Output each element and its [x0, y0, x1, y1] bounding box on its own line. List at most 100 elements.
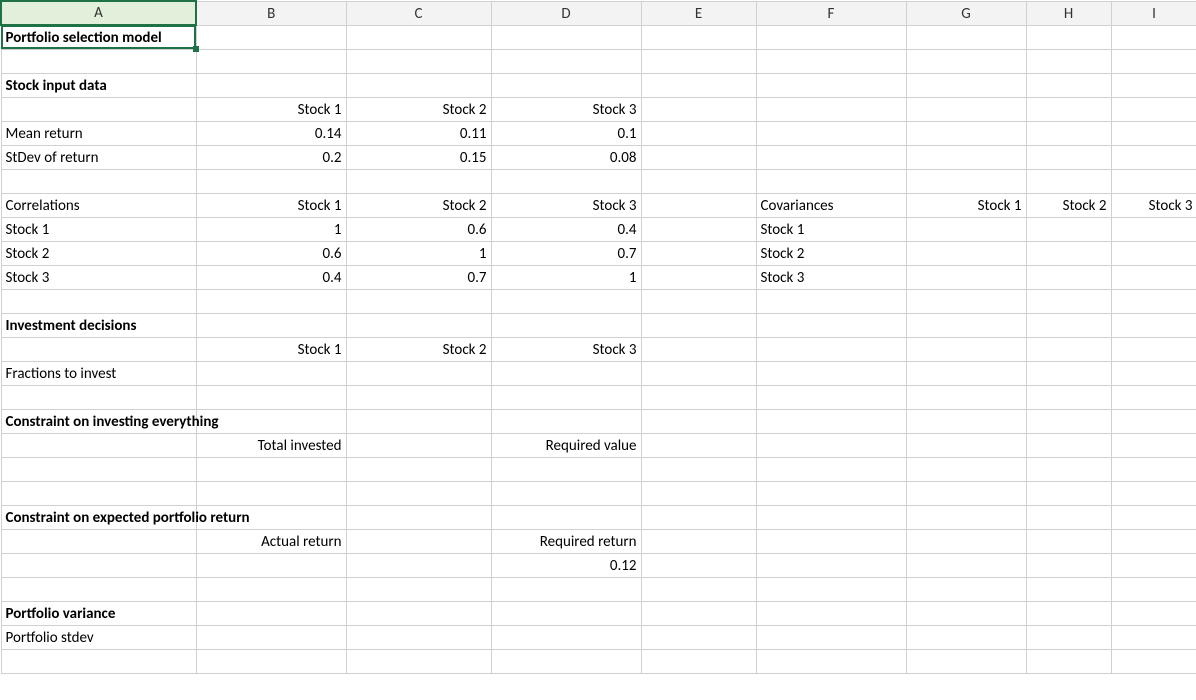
cell-G13[interactable]	[906, 313, 1026, 337]
cell-D8[interactable]: Stock 3	[491, 193, 641, 217]
cell-I6[interactable]	[1111, 145, 1196, 169]
cell-I14[interactable]	[1111, 337, 1196, 361]
cell-A17[interactable]: Constraint on investing everything	[1, 409, 196, 433]
cell-B22[interactable]: Actual return	[196, 529, 346, 553]
cell-A7[interactable]	[1, 169, 196, 193]
cell-C26[interactable]	[346, 625, 491, 649]
cell-G11[interactable]	[906, 265, 1026, 289]
cell-I3[interactable]	[1111, 73, 1196, 97]
cell-D2[interactable]	[491, 49, 641, 73]
cell-D3[interactable]	[491, 73, 641, 97]
cell-F25[interactable]	[756, 601, 906, 625]
cell-E5[interactable]	[641, 121, 756, 145]
col-header-C[interactable]: C	[346, 1, 491, 25]
cell-D6[interactable]: 0.08	[491, 145, 641, 169]
cell-E2[interactable]	[641, 49, 756, 73]
cell-E19[interactable]	[641, 457, 756, 481]
cell-G18[interactable]	[906, 433, 1026, 457]
spreadsheet-grid[interactable]: A B C D E F G H I Portfolio selection mo…	[0, 0, 1196, 674]
cell-D22[interactable]: Required return	[491, 529, 641, 553]
cell-C3[interactable]	[346, 73, 491, 97]
cell-F13[interactable]	[756, 313, 906, 337]
cell-F4[interactable]	[756, 97, 906, 121]
cell-F10[interactable]: Stock 2	[756, 241, 906, 265]
cell-B6[interactable]: 0.2	[196, 145, 346, 169]
cell-B24[interactable]	[196, 577, 346, 601]
cell-B10[interactable]: 0.6	[196, 241, 346, 265]
cell-A19[interactable]	[1, 457, 196, 481]
cell-D4[interactable]: Stock 3	[491, 97, 641, 121]
cell-B25[interactable]	[196, 601, 346, 625]
cell-G4[interactable]	[906, 97, 1026, 121]
cell-C5[interactable]: 0.11	[346, 121, 491, 145]
cell-I21[interactable]	[1111, 505, 1196, 529]
cell-E17[interactable]	[641, 409, 756, 433]
cell-I8[interactable]: Stock 3	[1111, 193, 1196, 217]
cell-I7[interactable]	[1111, 169, 1196, 193]
cell-C1[interactable]	[346, 25, 491, 49]
cell-I25[interactable]	[1111, 601, 1196, 625]
cell-D23[interactable]: 0.12	[491, 553, 641, 577]
cell-G12[interactable]	[906, 289, 1026, 313]
cell-B13[interactable]	[196, 313, 346, 337]
cell-D25[interactable]	[491, 601, 641, 625]
cell-A9[interactable]: Stock 1	[1, 217, 196, 241]
cell-D1[interactable]	[491, 25, 641, 49]
cell-I17[interactable]	[1111, 409, 1196, 433]
cell-C13[interactable]	[346, 313, 491, 337]
cell-F5[interactable]	[756, 121, 906, 145]
cell-E27[interactable]	[641, 649, 756, 673]
cell-C15[interactable]	[346, 361, 491, 385]
cell-B3[interactable]	[196, 73, 346, 97]
cell-G6[interactable]	[906, 145, 1026, 169]
cell-D19[interactable]	[491, 457, 641, 481]
cell-B18[interactable]: Total invested	[196, 433, 346, 457]
cell-I26[interactable]	[1111, 625, 1196, 649]
cell-C21[interactable]	[346, 505, 491, 529]
cell-H18[interactable]	[1026, 433, 1111, 457]
cell-G5[interactable]	[906, 121, 1026, 145]
col-header-A[interactable]: A	[1, 1, 196, 25]
cell-F19[interactable]	[756, 457, 906, 481]
cell-D11[interactable]: 1	[491, 265, 641, 289]
cell-A22[interactable]	[1, 529, 196, 553]
cell-D17[interactable]	[491, 409, 641, 433]
cell-G8[interactable]: Stock 1	[906, 193, 1026, 217]
cell-A18[interactable]	[1, 433, 196, 457]
cell-C11[interactable]: 0.7	[346, 265, 491, 289]
cell-E4[interactable]	[641, 97, 756, 121]
cell-H17[interactable]	[1026, 409, 1111, 433]
cell-H26[interactable]	[1026, 625, 1111, 649]
cell-A6[interactable]: StDev of return	[1, 145, 196, 169]
cell-C9[interactable]: 0.6	[346, 217, 491, 241]
cell-G10[interactable]	[906, 241, 1026, 265]
cell-D16[interactable]	[491, 385, 641, 409]
cell-C16[interactable]	[346, 385, 491, 409]
cell-F2[interactable]	[756, 49, 906, 73]
cell-I23[interactable]	[1111, 553, 1196, 577]
cell-D26[interactable]	[491, 625, 641, 649]
col-header-I[interactable]: I	[1111, 1, 1196, 25]
cell-F22[interactable]	[756, 529, 906, 553]
cell-C6[interactable]: 0.15	[346, 145, 491, 169]
cell-C19[interactable]	[346, 457, 491, 481]
cell-I2[interactable]	[1111, 49, 1196, 73]
cell-G9[interactable]	[906, 217, 1026, 241]
cell-B19[interactable]	[196, 457, 346, 481]
cell-I4[interactable]	[1111, 97, 1196, 121]
cell-H16[interactable]	[1026, 385, 1111, 409]
cell-H24[interactable]	[1026, 577, 1111, 601]
cell-F15[interactable]	[756, 361, 906, 385]
cell-I22[interactable]	[1111, 529, 1196, 553]
cell-I20[interactable]	[1111, 481, 1196, 505]
cell-A24[interactable]	[1, 577, 196, 601]
cell-A14[interactable]	[1, 337, 196, 361]
cell-B27[interactable]	[196, 649, 346, 673]
cell-C23[interactable]	[346, 553, 491, 577]
cell-H4[interactable]	[1026, 97, 1111, 121]
cell-A25[interactable]: Portfolio variance	[1, 601, 196, 625]
cell-H9[interactable]	[1026, 217, 1111, 241]
cell-H6[interactable]	[1026, 145, 1111, 169]
cell-G19[interactable]	[906, 457, 1026, 481]
cell-I19[interactable]	[1111, 457, 1196, 481]
